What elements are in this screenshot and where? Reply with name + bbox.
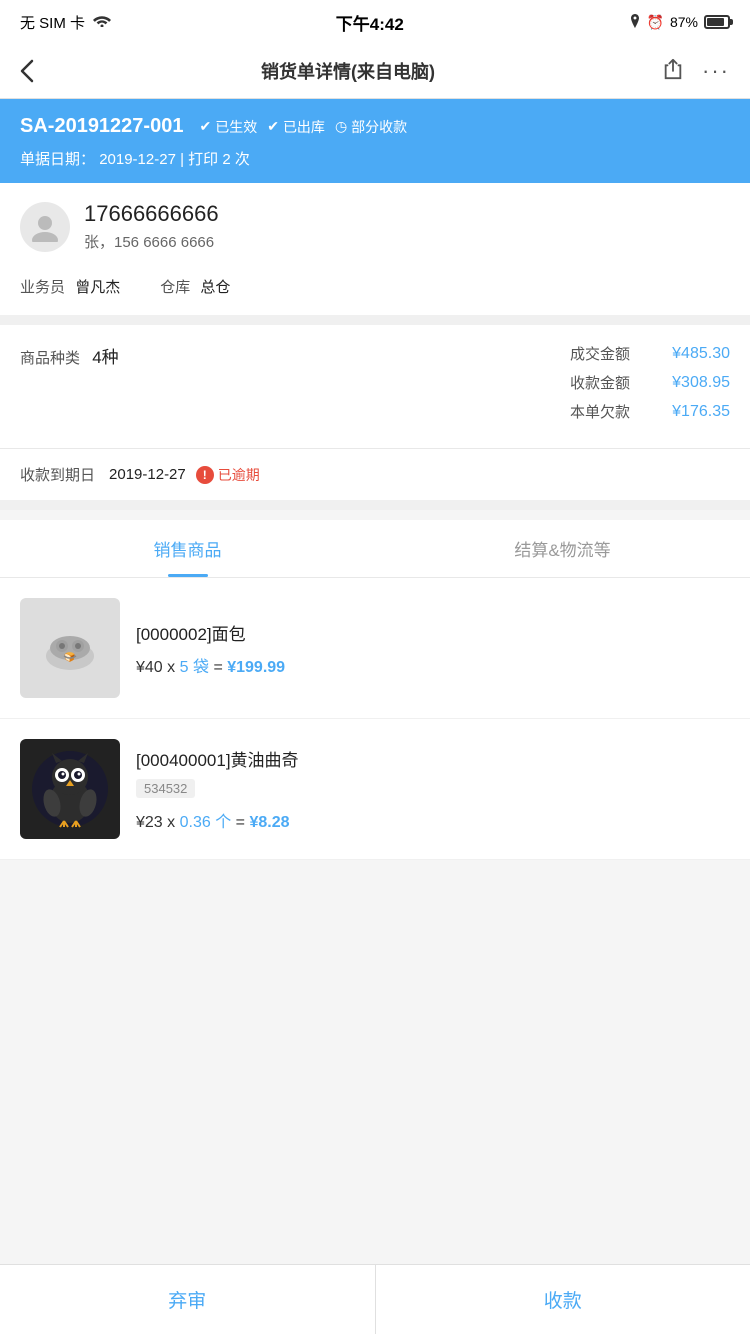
- tabs-row: 销售商品 结算&物流等: [0, 520, 750, 578]
- salesperson-label: 业务员: [20, 279, 65, 296]
- warehouse-info: 仓库 总仓: [160, 276, 230, 297]
- abandon-audit-button[interactable]: 弃审: [0, 1265, 376, 1334]
- wifi-icon: [93, 13, 111, 31]
- status-bar: 无 SIM 卡 下午4:42 ⏰ 87%: [0, 0, 750, 44]
- tag-effective: ✔ 已生效: [199, 117, 257, 137]
- header-banner: SA-20191227-001 ✔ 已生效 ✔ 已出库 ◷ 部分收款 单据日期：…: [0, 99, 750, 183]
- collect-payment-button[interactable]: 收款: [376, 1265, 750, 1334]
- back-button[interactable]: [20, 59, 34, 83]
- page-title: 销货单详情(来自电脑): [261, 58, 435, 84]
- carrier-label: 无 SIM 卡: [20, 12, 85, 33]
- trade-amount-value: ¥485.30: [650, 345, 730, 363]
- product-name-2: [000400001]黄油曲奇: [136, 746, 730, 771]
- warehouse-label: 仓库: [160, 279, 190, 296]
- product-qty-1: 5: [180, 659, 189, 676]
- financial-stats: 成交金额 ¥485.30 收款金额 ¥308.95 本单欠款 ¥176.35: [570, 343, 730, 430]
- status-tags: ✔ 已生效 ✔ 已出库 ◷ 部分收款: [199, 117, 407, 137]
- due-date-value: 2019-12-27: [109, 466, 186, 483]
- product-type-count: 4种: [92, 348, 118, 367]
- tab-active-indicator: [168, 574, 208, 577]
- order-id: SA-20191227-001: [20, 115, 183, 138]
- product-total-1: ¥199.99: [227, 659, 285, 676]
- overdue-icon: !: [196, 466, 214, 484]
- banner-date: 单据日期： 2019-12-27 | 打印 2 次: [20, 148, 730, 169]
- product-unit-2: 个: [215, 814, 231, 831]
- status-time: 下午4:42: [336, 10, 404, 35]
- product-thumb-1: 🍞: [20, 598, 120, 698]
- nav-bar: 销货单详情(来自电脑) ···: [0, 44, 750, 99]
- salesperson-value: 曾凡杰: [75, 279, 120, 296]
- product-name-1: [0000002]面包: [136, 620, 730, 645]
- location-icon: [629, 14, 641, 31]
- tab-sales-products[interactable]: 销售商品: [0, 520, 375, 577]
- product-item-2: [000400001]黄油曲奇 534532 ¥23 x 0.36 个 = ¥8…: [0, 719, 750, 860]
- product-unit-1: 袋: [193, 659, 209, 676]
- due-amount: 本单欠款 ¥176.35: [570, 401, 730, 422]
- share-icon[interactable]: [662, 58, 684, 85]
- tabs-section: 销售商品 结算&物流等: [0, 520, 750, 578]
- product-info-1: [0000002]面包 ¥40 x 5 袋 = ¥199.99: [136, 620, 730, 677]
- more-icon[interactable]: ···: [702, 58, 730, 84]
- bottom-spacer: [0, 860, 750, 940]
- product-price-2: ¥23 x 0.36 个 = ¥8.28: [136, 808, 730, 832]
- clock-icon: ◷: [335, 118, 347, 135]
- alarm-icon: ⏰: [647, 14, 664, 31]
- customer-section: 17666666666 张，156 6666 6666 业务员 曾凡杰 仓库 总…: [0, 183, 750, 315]
- tag-partial-payment: ◷ 部分收款: [335, 117, 407, 137]
- check-icon-2: ✔: [267, 118, 279, 135]
- battery-percent: 87%: [670, 14, 698, 30]
- stats-section: 商品种类 4种 成交金额 ¥485.30 收款金额 ¥308.95 本单欠款 ¥…: [0, 325, 750, 448]
- due-section: 收款到期日 2019-12-27 ! 已逾期: [0, 449, 750, 500]
- product-list: 🍞 [0000002]面包 ¥40 x 5 袋 = ¥199.99: [0, 578, 750, 860]
- product-item: 🍞 [0000002]面包 ¥40 x 5 袋 = ¥199.99: [0, 578, 750, 719]
- salesperson-info: 业务员 曾凡杰: [20, 276, 120, 297]
- divider-1: [0, 315, 750, 325]
- customer-details: 17666666666 张，156 6666 6666: [84, 201, 219, 252]
- nav-actions: ···: [662, 58, 730, 85]
- overdue-label: 已逾期: [218, 465, 260, 485]
- status-left: 无 SIM 卡: [20, 12, 111, 33]
- received-value: ¥308.95: [650, 374, 730, 392]
- product-qty-2: 0.36: [180, 814, 211, 831]
- received-label: 收款金额: [570, 372, 630, 393]
- tag-shipped: ✔ 已出库: [267, 117, 325, 137]
- due-label: 收款到期日: [20, 464, 95, 485]
- warehouse-value: 总仓: [200, 279, 230, 296]
- received-amount: 收款金额 ¥308.95: [570, 372, 730, 393]
- customer-meta: 业务员 曾凡杰 仓库 总仓: [20, 264, 730, 297]
- status-right: ⏰ 87%: [629, 14, 730, 31]
- stats-row: 商品种类 4种 成交金额 ¥485.30 收款金额 ¥308.95 本单欠款 ¥…: [20, 343, 730, 430]
- customer-row: 17666666666 张，156 6666 6666: [20, 201, 730, 252]
- check-icon-1: ✔: [199, 118, 211, 135]
- avatar: [20, 202, 70, 252]
- tab-settlement-logistics[interactable]: 结算&物流等: [375, 520, 750, 577]
- product-thumb-2: [20, 739, 120, 839]
- trade-amount-label: 成交金额: [570, 343, 630, 364]
- bottom-bar: 弃审 收款: [0, 1264, 750, 1334]
- product-sku-2: 534532: [136, 779, 195, 798]
- due-value: ¥176.35: [650, 403, 730, 421]
- product-type-info: 商品种类 4种: [20, 343, 119, 368]
- divider-2: [0, 500, 750, 510]
- product-price-1: ¥40 x 5 袋 = ¥199.99: [136, 653, 730, 677]
- customer-subname: 张，156 6666 6666: [84, 231, 219, 252]
- due-label: 本单欠款: [570, 401, 630, 422]
- trade-amount: 成交金额 ¥485.30: [570, 343, 730, 364]
- customer-phone: 17666666666: [84, 201, 219, 227]
- product-info-2: [000400001]黄油曲奇 534532 ¥23 x 0.36 个 = ¥8…: [136, 746, 730, 832]
- product-type-label: 商品种类: [20, 350, 80, 367]
- battery-indicator: [704, 15, 730, 29]
- banner-top: SA-20191227-001 ✔ 已生效 ✔ 已出库 ◷ 部分收款: [20, 115, 730, 138]
- product-total-2: ¥8.28: [249, 814, 289, 831]
- overdue-badge: ! 已逾期: [196, 465, 260, 485]
